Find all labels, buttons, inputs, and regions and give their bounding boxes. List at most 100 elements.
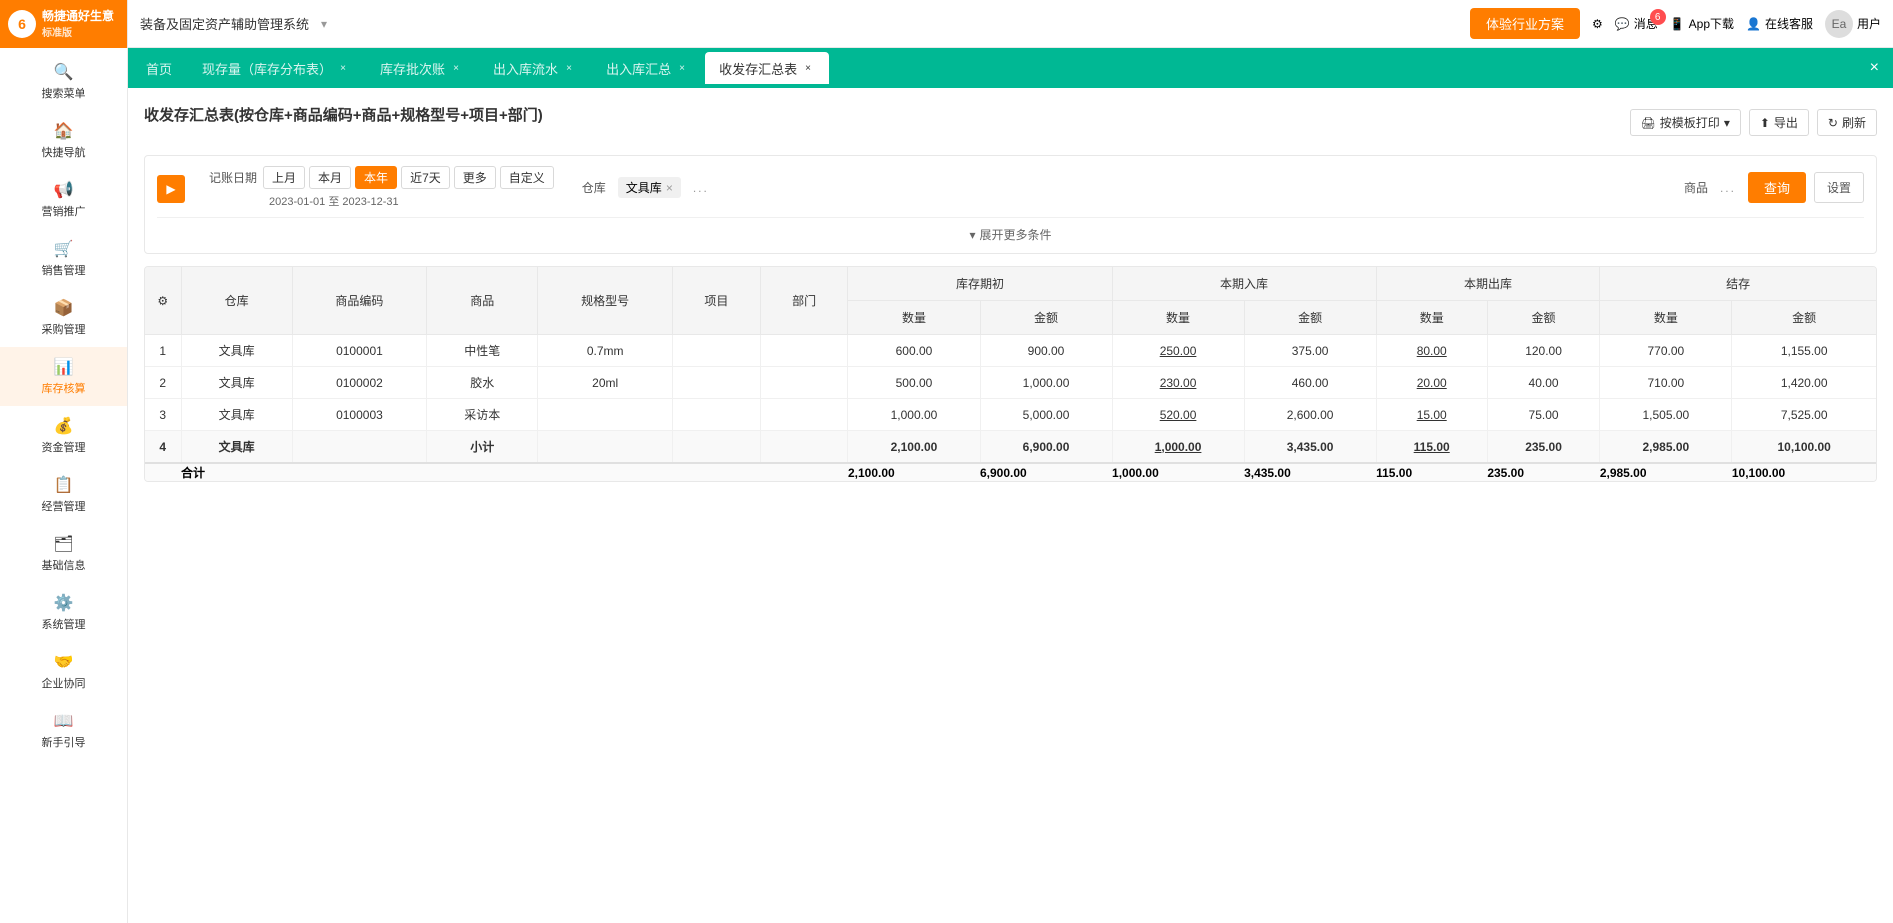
sidebar-item-purchase[interactable]: 📦采购管理 <box>0 288 127 347</box>
app-download[interactable]: 📱 App下载 <box>1670 15 1734 32</box>
sidebar-label-operation: 经营管理 <box>42 498 86 514</box>
sidebar-item-finance[interactable]: 💰资金管理 <box>0 406 127 465</box>
tab-inout-flow-label: 出入库流水 <box>493 59 558 78</box>
tab-inventory-dist[interactable]: 现存量（库存分布表） × <box>188 52 364 84</box>
sidebar-item-system[interactable]: ⚙️系统管理 <box>0 583 127 642</box>
th-spec: 规格型号 <box>538 267 673 335</box>
sidebar-item-inventory[interactable]: 📊库存核算 <box>0 347 127 406</box>
th-settings[interactable]: ⚙ <box>145 267 181 335</box>
sidebar-item-enterprise[interactable]: 🤝企业协同 <box>0 642 127 701</box>
cell-no-1: 2 <box>145 367 181 399</box>
print-btn[interactable]: 🖨 按模板打印 ▾ <box>1630 109 1741 136</box>
system-dropdown-icon[interactable]: ▾ <box>321 17 327 31</box>
date-buttons: 上月 本月 本年 近7天 更多 自定义 <box>263 166 554 189</box>
message-area[interactable]: 💬 消息 6 <box>1615 15 1658 32</box>
sidebar-item-operation[interactable]: 📋经营管理 <box>0 465 127 524</box>
logo-sub: 标准版 <box>42 24 114 39</box>
cell-warehouse-3: 文具库 <box>181 431 292 464</box>
footer-out-qty: 115.00 <box>1376 463 1487 481</box>
system-icon: ⚙️ <box>54 593 74 613</box>
filter-arrow[interactable]: ▶ <box>157 175 185 203</box>
tab-recv-send-close[interactable]: × <box>801 61 815 75</box>
tab-inout-summary-close[interactable]: × <box>675 61 689 75</box>
page-title: 收发存汇总表(按仓库+商品编码+商品+规格型号+项目+部门) <box>144 104 543 125</box>
cell-out-qty-2[interactable]: 15.00 <box>1376 399 1487 431</box>
cell-out-qty-0[interactable]: 80.00 <box>1376 335 1487 367</box>
sidebar-label-finance: 资金管理 <box>42 439 86 455</box>
cell-code-2: 0100003 <box>292 399 427 431</box>
experience-btn[interactable]: 体验行业方案 <box>1470 8 1580 39</box>
sidebar-item-marketing[interactable]: 📢营销推广 <box>0 170 127 229</box>
tabs-close-all[interactable]: × <box>1860 59 1889 77</box>
print-btn-label: 按模板打印 <box>1660 114 1720 131</box>
tab-inout-flow[interactable]: 出入库流水 × <box>479 52 590 84</box>
sidebar-item-quick_nav[interactable]: 🏠快捷导航 <box>0 111 127 170</box>
expand-conditions-btn[interactable]: ▾ 展开更多条件 <box>157 217 1864 243</box>
tab-home[interactable]: 首页 <box>132 52 186 84</box>
sidebar-label-purchase: 采购管理 <box>42 321 86 337</box>
goods-dots[interactable]: ... <box>1720 181 1736 195</box>
cell-close-amt-0: 1,155.00 <box>1732 335 1876 367</box>
sidebar-item-sales[interactable]: 🛒销售管理 <box>0 229 127 288</box>
sidebar-item-basic_info[interactable]: 🗂基础信息 <box>0 524 127 583</box>
date-btn-more[interactable]: 更多 <box>454 166 496 189</box>
sidebar-item-search[interactable]: 🔍搜索菜单 <box>0 52 127 111</box>
message-badge: 6 <box>1650 9 1666 25</box>
table-row: 4 文具库 小计 2,100.00 6,900.00 1,000.00 3,43… <box>145 431 1876 464</box>
tabs-bar: 首页 现存量（库存分布表） × 库存批次账 × 出入库流水 × 出入库汇总 × … <box>128 48 1893 88</box>
cell-out-qty-3[interactable]: 115.00 <box>1376 431 1487 464</box>
date-btn-this-month[interactable]: 本月 <box>309 166 351 189</box>
cell-in-amt-1: 460.00 <box>1244 367 1376 399</box>
tab-inout-flow-close[interactable]: × <box>562 61 576 75</box>
cell-project-0 <box>672 335 760 367</box>
footer-label: 合计 <box>181 463 848 481</box>
date-btn-this-year[interactable]: 本年 <box>355 166 397 189</box>
cell-open-amt-2: 5,000.00 <box>980 399 1112 431</box>
settings-btn[interactable]: 设置 <box>1814 172 1864 203</box>
goods-filter-label: 商品 <box>1684 179 1708 196</box>
cell-close-qty-1: 710.00 <box>1600 367 1732 399</box>
cell-code-1: 0100002 <box>292 367 427 399</box>
date-btn-7days[interactable]: 近7天 <box>401 166 450 189</box>
tab-batch-account[interactable]: 库存批次账 × <box>366 52 477 84</box>
date-label: 记账日期 <box>209 169 257 186</box>
user-area[interactable]: Ea 用户 <box>1825 10 1881 38</box>
gear-icon: ⚙ <box>1592 17 1603 31</box>
date-btn-custom[interactable]: 自定义 <box>500 166 554 189</box>
settings-topbar[interactable]: ⚙ <box>1592 17 1603 31</box>
th-dept: 部门 <box>760 267 848 335</box>
enterprise-icon: 🤝 <box>54 652 74 672</box>
cell-no-2: 3 <box>145 399 181 431</box>
cell-out-amt-1: 40.00 <box>1487 367 1600 399</box>
cell-in-qty-1[interactable]: 230.00 <box>1112 367 1244 399</box>
refresh-btn[interactable]: ↻ 刷新 <box>1817 109 1877 136</box>
guide-icon: 📖 <box>54 711 74 731</box>
cell-name-0: 中性笔 <box>427 335 538 367</box>
cell-open-amt-3: 6,900.00 <box>980 431 1112 464</box>
cell-spec-0: 0.7mm <box>538 335 673 367</box>
th-opening-group: 库存期初 <box>848 267 1112 301</box>
cell-in-qty-0[interactable]: 250.00 <box>1112 335 1244 367</box>
table-row: 1 文具库 0100001 中性笔 0.7mm 600.00 900.00 25… <box>145 335 1876 367</box>
cell-out-qty-1[interactable]: 20.00 <box>1376 367 1487 399</box>
date-btn-last-month[interactable]: 上月 <box>263 166 305 189</box>
tab-inout-summary[interactable]: 出入库汇总 × <box>592 52 703 84</box>
export-btn[interactable]: ⬆ 导出 <box>1749 109 1809 136</box>
tab-batch-account-close[interactable]: × <box>449 61 463 75</box>
cell-in-qty-2[interactable]: 520.00 <box>1112 399 1244 431</box>
system-name: 装备及固定资产辅助管理系统 <box>140 14 309 33</box>
cell-in-qty-3[interactable]: 1,000.00 <box>1112 431 1244 464</box>
tab-inventory-dist-close[interactable]: × <box>336 61 350 75</box>
sidebar-label-basic_info: 基础信息 <box>42 557 86 573</box>
refresh-btn-label: 刷新 <box>1842 114 1866 131</box>
th-out-qty: 数量 <box>1376 301 1487 335</box>
warehouse-dots[interactable]: ... <box>693 181 709 195</box>
marketing-icon: 📢 <box>54 180 74 200</box>
query-btn[interactable]: 查询 <box>1748 172 1806 203</box>
warehouse-tag-remove[interactable]: × <box>666 181 673 195</box>
service-icon: 👤 <box>1746 17 1761 31</box>
sidebar-label-guide: 新手引导 <box>42 734 86 750</box>
tab-recv-send-summary[interactable]: 收发存汇总表 × <box>705 52 829 84</box>
sidebar-item-guide[interactable]: 📖 新手引导 <box>0 701 127 760</box>
online-service[interactable]: 👤 在线客服 <box>1746 15 1813 32</box>
